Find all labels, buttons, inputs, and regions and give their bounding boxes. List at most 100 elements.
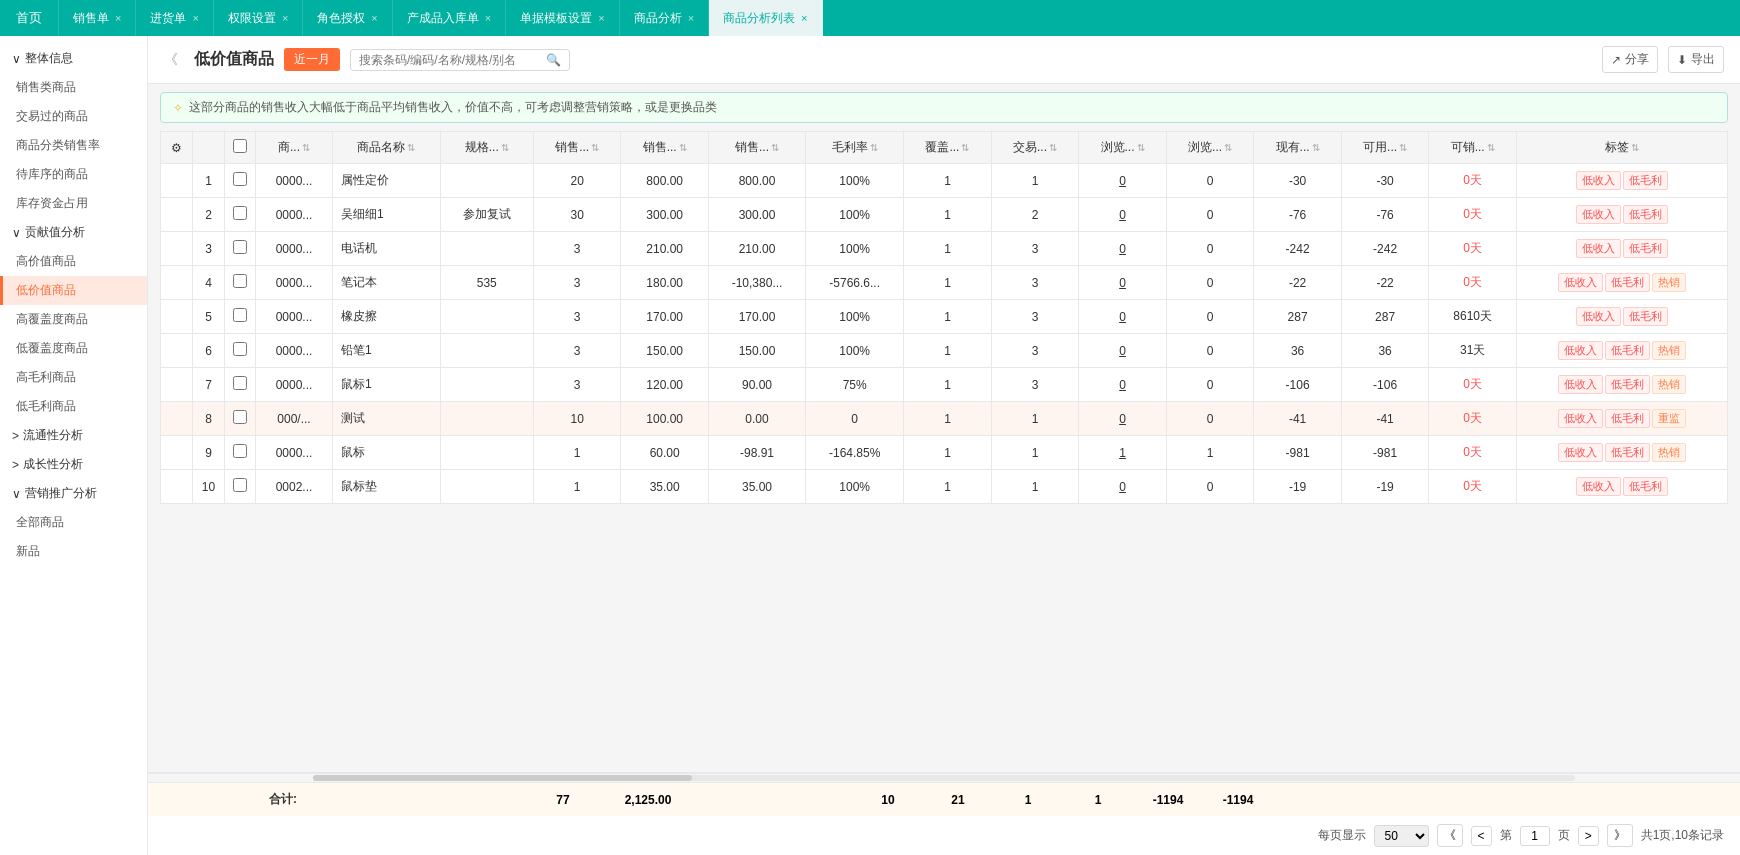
page-size-select[interactable]: 50 100 200 — [1374, 825, 1429, 847]
col-code[interactable]: 商...⇅ — [256, 132, 333, 164]
close-nav-0[interactable]: × — [115, 12, 121, 24]
row-browse1[interactable]: 0 — [1079, 368, 1167, 402]
nav-item-0[interactable]: 销售单 × — [59, 0, 136, 36]
sidebar-item-high-value[interactable]: 高价值商品 — [0, 247, 147, 276]
row-gear[interactable] — [161, 470, 193, 504]
prev-page-button[interactable]: < — [1471, 826, 1492, 846]
col-spec[interactable]: 规格...⇅ — [440, 132, 533, 164]
sidebar-item-stock-capital[interactable]: 库存资金占用 — [0, 189, 147, 218]
row-browse1[interactable]: 0 — [1079, 300, 1167, 334]
nav-item-4[interactable]: 产成品入库单 × — [393, 0, 506, 36]
row-gear[interactable] — [161, 402, 193, 436]
close-nav-5[interactable]: × — [598, 12, 604, 24]
row-check[interactable] — [225, 164, 256, 198]
row-gear[interactable] — [161, 300, 193, 334]
search-input[interactable] — [359, 53, 542, 67]
nav-item-7[interactable]: 商品分析列表 × — [709, 0, 822, 36]
col-browse2[interactable]: 浏览...⇅ — [1166, 132, 1254, 164]
row-check[interactable] — [225, 436, 256, 470]
row-checkbox[interactable] — [233, 444, 247, 458]
sidebar-collapse-btn[interactable]: 《 — [164, 51, 178, 69]
col-sales-qty[interactable]: 销售...⇅ — [533, 132, 621, 164]
sidebar-item-new-goods[interactable]: 新品 — [0, 537, 147, 566]
row-checkbox[interactable] — [233, 376, 247, 390]
row-checkbox[interactable] — [233, 240, 247, 254]
col-check[interactable] — [225, 132, 256, 164]
close-nav-4[interactable]: × — [485, 12, 491, 24]
sidebar-item-low-margin[interactable]: 低毛利商品 — [0, 392, 147, 421]
sidebar-item-traded-goods[interactable]: 交易过的商品 — [0, 102, 147, 131]
row-checkbox[interactable] — [233, 172, 247, 186]
share-button[interactable]: ↗ 分享 — [1602, 46, 1658, 73]
row-browse1[interactable]: 0 — [1079, 470, 1167, 504]
period-button[interactable]: 近一月 — [284, 48, 340, 71]
row-gear[interactable] — [161, 198, 193, 232]
sidebar-item-low-coverage[interactable]: 低覆盖度商品 — [0, 334, 147, 363]
close-nav-6[interactable]: × — [688, 12, 694, 24]
col-sales-price[interactable]: 销售...⇅ — [621, 132, 709, 164]
col-sellable[interactable]: 可销...⇅ — [1429, 132, 1517, 164]
close-nav-1[interactable]: × — [192, 12, 198, 24]
row-check[interactable] — [225, 300, 256, 334]
row-browse1[interactable]: 0 — [1079, 402, 1167, 436]
row-browse1[interactable]: 0 — [1079, 266, 1167, 300]
row-check[interactable] — [225, 334, 256, 368]
sidebar-item-low-value[interactable]: 低价值商品 — [0, 276, 147, 305]
sidebar-item-category-sales[interactable]: 商品分类销售率 — [0, 131, 147, 160]
nav-item-2[interactable]: 权限设置 × — [214, 0, 303, 36]
nav-item-5[interactable]: 单据模板设置 × — [506, 0, 619, 36]
row-browse1[interactable]: 0 — [1079, 164, 1167, 198]
row-browse1[interactable]: 0 — [1079, 198, 1167, 232]
sidebar-item-all-goods[interactable]: 全部商品 — [0, 508, 147, 537]
row-check[interactable] — [225, 368, 256, 402]
col-coverage[interactable]: 覆盖...⇅ — [904, 132, 992, 164]
row-browse1[interactable]: 0 — [1079, 232, 1167, 266]
col-gross-rate[interactable]: 毛利率⇅ — [806, 132, 904, 164]
last-page-button[interactable]: 》 — [1607, 824, 1633, 847]
close-nav-3[interactable]: × — [371, 12, 377, 24]
row-gear[interactable] — [161, 266, 193, 300]
sidebar-item-high-coverage[interactable]: 高覆盖度商品 — [0, 305, 147, 334]
sidebar-item-pending-goods[interactable]: 待库序的商品 — [0, 160, 147, 189]
row-browse1[interactable]: 1 — [1079, 436, 1167, 470]
nav-item-6[interactable]: 商品分析 × — [620, 0, 709, 36]
col-stock[interactable]: 现有...⇅ — [1254, 132, 1342, 164]
row-gear[interactable] — [161, 232, 193, 266]
row-gear[interactable] — [161, 334, 193, 368]
col-name[interactable]: 商品名称⇅ — [333, 132, 441, 164]
close-nav-7[interactable]: × — [801, 12, 807, 24]
row-checkbox[interactable] — [233, 274, 247, 288]
col-available[interactable]: 可用...⇅ — [1341, 132, 1429, 164]
row-browse1[interactable]: 0 — [1079, 334, 1167, 368]
row-checkbox[interactable] — [233, 206, 247, 220]
col-trade[interactable]: 交易...⇅ — [991, 132, 1079, 164]
row-checkbox[interactable] — [233, 478, 247, 492]
col-browse1[interactable]: 浏览...⇅ — [1079, 132, 1167, 164]
row-check[interactable] — [225, 232, 256, 266]
row-gear[interactable] — [161, 368, 193, 402]
row-check[interactable] — [225, 470, 256, 504]
row-checkbox[interactable] — [233, 410, 247, 424]
sidebar-item-high-margin[interactable]: 高毛利商品 — [0, 363, 147, 392]
row-gear[interactable] — [161, 436, 193, 470]
sidebar-section-marketing[interactable]: ∨ 营销推广分析 — [0, 479, 147, 508]
nav-item-1[interactable]: 进货单 × — [136, 0, 213, 36]
first-page-button[interactable]: 《 — [1437, 824, 1463, 847]
scrollbar-area[interactable] — [148, 774, 1740, 782]
row-check[interactable] — [225, 266, 256, 300]
sidebar-item-sales-goods[interactable]: 销售类商品 — [0, 73, 147, 102]
row-check[interactable] — [225, 402, 256, 436]
search-icon[interactable]: 🔍 — [546, 53, 561, 67]
page-input[interactable] — [1520, 826, 1550, 846]
col-gear[interactable]: ⚙ — [161, 132, 193, 164]
sidebar-section-contribution[interactable]: ∨ 贡献值分析 — [0, 218, 147, 247]
row-gear[interactable] — [161, 164, 193, 198]
next-page-button[interactable]: > — [1578, 826, 1599, 846]
col-sales-total[interactable]: 销售...⇅ — [708, 132, 805, 164]
select-all-checkbox[interactable] — [233, 139, 247, 153]
export-button[interactable]: ⬇ 导出 — [1668, 46, 1724, 73]
nav-item-3[interactable]: 角色授权 × — [303, 0, 392, 36]
sidebar-section-overall[interactable]: ∨ 整体信息 — [0, 44, 147, 73]
row-checkbox[interactable] — [233, 342, 247, 356]
row-checkbox[interactable] — [233, 308, 247, 322]
